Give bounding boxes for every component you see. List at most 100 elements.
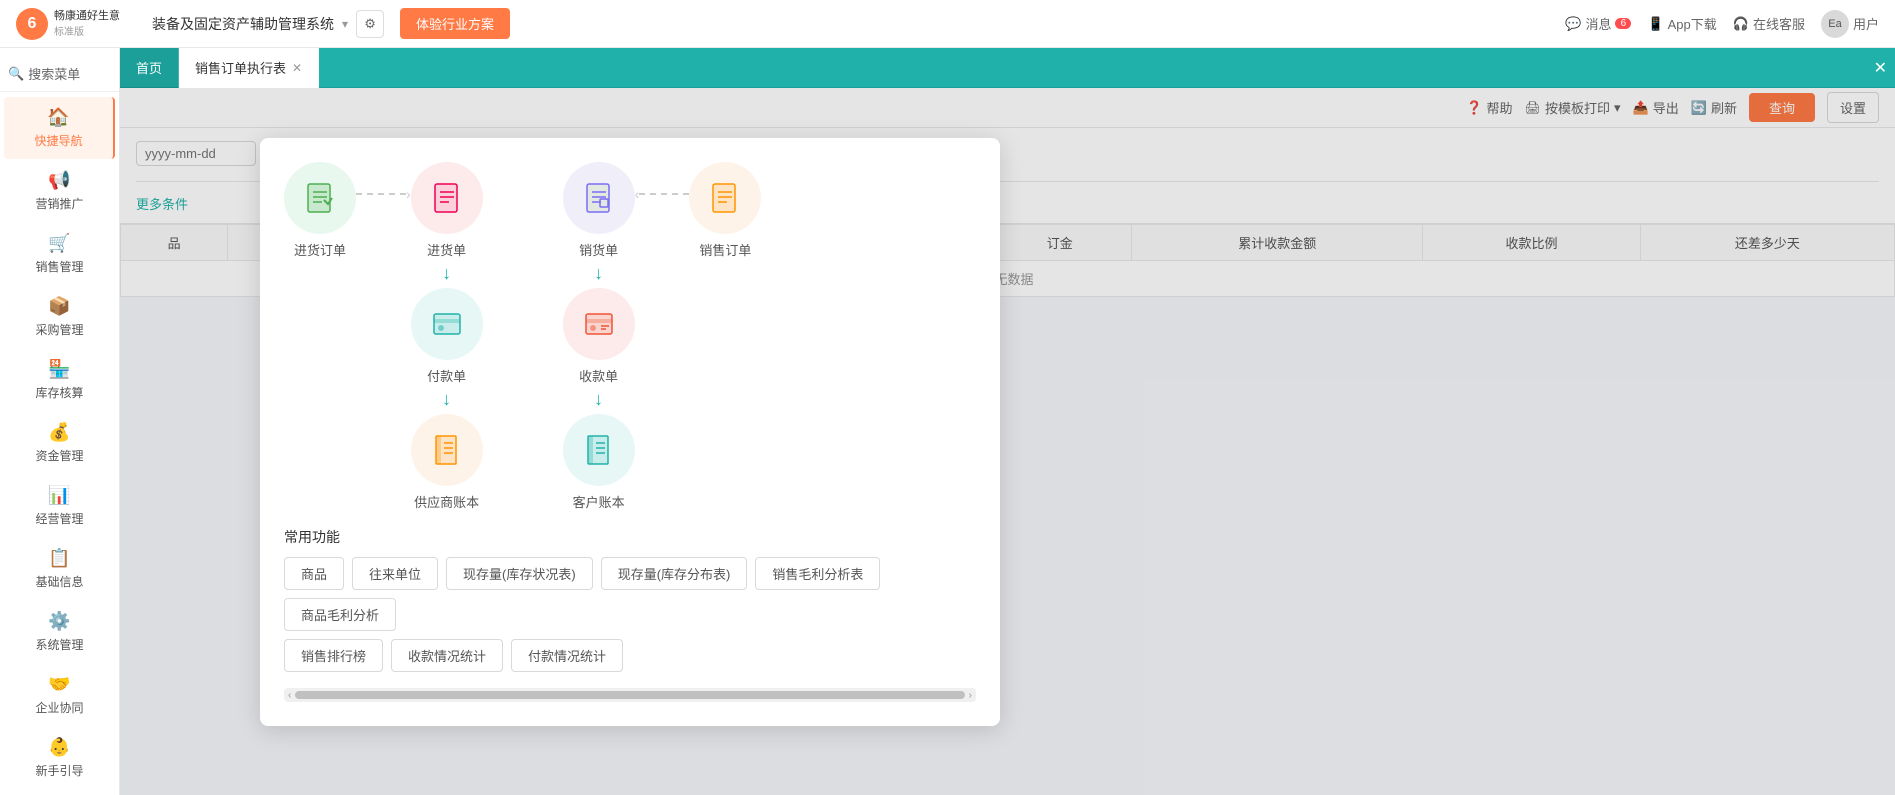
basic-info-icon: 📋 (48, 548, 70, 569)
down-arrow-3: ↓ (594, 263, 603, 284)
sidebar-item-enterprise[interactable]: 🤝 企业协同 (4, 664, 115, 726)
finance-label: 资金管理 (35, 447, 83, 464)
quick-nav-label: 快捷导航 (34, 132, 82, 149)
avatar: Ea (1821, 10, 1849, 38)
enterprise-icon: 🤝 (48, 674, 70, 695)
scroll-right-button[interactable]: › (969, 690, 972, 701)
sale-order-icon[interactable] (689, 162, 761, 234)
newbie-icon: 👶 (48, 737, 70, 758)
sidebar-item-system[interactable]: ⚙️ 系统管理 (4, 601, 115, 663)
sidebar: 🔍 搜索菜单 🏠 快捷导航 📢 营销推广 🛒 销售管理 📦 采购管理 🏪 库存核… (0, 48, 120, 795)
modal-overlay: 进货订单 › 进货单 ↓ (120, 88, 1895, 795)
tab-home[interactable]: 首页 (120, 48, 179, 88)
receipt-bill-label: 收款单 (579, 366, 618, 385)
customer-ledger-icon[interactable] (563, 414, 635, 486)
tab-label-sales-order-exec: 销售订单执行表 (195, 58, 286, 77)
sales-icon: 🛒 (48, 233, 70, 254)
cf-btn-往来单位[interactable]: 往来单位 (352, 557, 438, 590)
purchase-icon: 📦 (48, 296, 70, 317)
cf-btn-付款情况统计[interactable]: 付款情况统计 (511, 639, 623, 672)
main-layout: 🔍 搜索菜单 🏠 快捷导航 📢 营销推广 🛒 销售管理 📦 采购管理 🏪 库存核… (0, 48, 1895, 795)
message-button[interactable]: 💬 消息 6 (1565, 14, 1631, 33)
wf-sale-order: 销售订单 (689, 162, 761, 259)
logo-sub: 标准版 (54, 23, 120, 38)
user-menu[interactable]: Ea 用户 (1821, 10, 1879, 38)
basic-info-label: 基础信息 (35, 573, 83, 590)
close-all-button[interactable]: ✕ (1874, 58, 1887, 78)
arrow-1: › (356, 186, 411, 202)
payment-bill-icon[interactable] (411, 288, 483, 360)
tab-sales-order-exec[interactable]: 销售订单执行表 ✕ (179, 48, 319, 88)
sidebar-item-marketing[interactable]: 📢 营销推广 (4, 160, 115, 222)
sidebar-item-sales[interactable]: 🛒 销售管理 (4, 223, 115, 285)
marketing-icon: 📢 (48, 170, 70, 191)
logo-name: 畅康通好生意 (54, 9, 120, 23)
system-label: 系统管理 (35, 636, 83, 653)
tab-close-sales-order-exec[interactable]: ✕ (292, 61, 302, 75)
sidebar-item-finance[interactable]: 💰 资金管理 (4, 412, 115, 474)
settings-button[interactable]: ⚙ (356, 10, 384, 38)
common-functions-title: 常用功能 (284, 527, 976, 547)
purchase-bill-icon[interactable] (411, 162, 483, 234)
app-download-button[interactable]: 📱 App下载 (1647, 14, 1716, 33)
page-content: ❓ 帮助 🖨 按模板打印 ▾ 📤 导出 🔄 刷新 查询 设置 (120, 88, 1895, 795)
purchase-order-icon[interactable] (284, 162, 356, 234)
sidebar-item-basic-info[interactable]: 📋 基础信息 (4, 538, 115, 600)
down-arrow-4: ↓ (594, 389, 603, 410)
payment-bill-label: 付款单 (427, 366, 466, 385)
quick-nav-icon: 🏠 (47, 107, 69, 128)
cf-btn-收款情况统计[interactable]: 收款情况统计 (391, 639, 503, 672)
logo-icon: 6 (16, 8, 48, 40)
common-functions: 常用功能 商品往来单位现存量(库存状况表)现存量(库存分布表)销售毛利分析表商品… (284, 527, 976, 672)
search-icon: 🔍 (8, 66, 24, 82)
inventory-label: 库存核算 (35, 384, 83, 401)
supplier-ledger-label: 供应商账本 (414, 492, 479, 511)
search-menu-button[interactable]: 🔍 搜索菜单 (0, 56, 119, 92)
marketing-label: 营销推广 (35, 195, 83, 212)
workflow-diagram: 进货订单 › 进货单 ↓ (284, 162, 976, 511)
cf-btn-销售排行榜[interactable]: 销售排行榜 (284, 639, 383, 672)
sales-label: 销售管理 (35, 258, 83, 275)
receipt-bill-icon[interactable] (563, 288, 635, 360)
cf-btn-现存量(库存状况表)[interactable]: 现存量(库存状况表) (446, 557, 593, 590)
cf-btn-销售毛利分析表[interactable]: 销售毛利分析表 (755, 557, 880, 590)
scroll-left-button[interactable]: ‹ (288, 690, 291, 701)
operations-label: 经营管理 (35, 510, 83, 527)
sidebar-item-purchase[interactable]: 📦 采购管理 (4, 286, 115, 348)
sidebar-item-inventory[interactable]: 🏪 库存核算 (4, 349, 115, 411)
supplier-ledger-icon[interactable] (411, 414, 483, 486)
modal-box: 进货订单 › 进货单 ↓ (260, 138, 1000, 726)
cf-btn-商品[interactable]: 商品 (284, 557, 344, 590)
scroll-thumb[interactable] (295, 691, 964, 699)
sidebar-item-quick-nav[interactable]: 🏠 快捷导航 (4, 97, 115, 159)
system-title-area: 装备及固定资产辅助管理系统 ▾ ⚙ 体验行业方案 (152, 8, 510, 39)
common-functions-buttons-row2: 销售排行榜收款情况统计付款情况统计 (284, 639, 976, 672)
trial-button[interactable]: 体验行业方案 (400, 8, 510, 39)
tab-label-home: 首页 (136, 58, 162, 77)
down-arrow-2: ↓ (442, 389, 451, 410)
purchase-label: 采购管理 (35, 321, 83, 338)
sale-bill-label: 销货单 (579, 240, 618, 259)
cf-btn-现存量(库存分布表)[interactable]: 现存量(库存分布表) (601, 557, 748, 590)
cf-btn-商品毛利分析[interactable]: 商品毛利分析 (284, 598, 396, 631)
enterprise-label: 企业协同 (35, 699, 83, 716)
online-service-button[interactable]: 🎧 在线客服 (1733, 14, 1805, 33)
inventory-icon: 🏪 (48, 359, 70, 380)
service-icon: 🎧 (1733, 16, 1749, 32)
search-menu-label: 搜索菜单 (28, 64, 80, 83)
dropdown-arrow-icon[interactable]: ▾ (342, 17, 348, 31)
sale-bill-icon[interactable] (563, 162, 635, 234)
sidebar-item-operations[interactable]: 📊 经营管理 (4, 475, 115, 537)
top-header: 6 畅康通好生意 标准版 装备及固定资产辅助管理系统 ▾ ⚙ 体验行业方案 💬 … (0, 0, 1895, 48)
logo-area: 6 畅康通好生意 标准版 (16, 8, 136, 40)
message-icon: 💬 (1565, 16, 1581, 32)
system-icon: ⚙️ (48, 611, 70, 632)
modal-scrollbar[interactable]: ‹ › (284, 688, 976, 702)
tab-bar: 首页 销售订单执行表 ✕ ✕ (120, 48, 1895, 88)
sidebar-item-newbie[interactable]: 👶 新手引导 (4, 727, 115, 789)
download-icon: 📱 (1647, 16, 1663, 32)
finance-icon: 💰 (48, 422, 70, 443)
customer-ledger-label: 客户账本 (573, 492, 625, 511)
purchase-order-label: 进货订单 (294, 240, 346, 259)
message-badge: 6 (1615, 18, 1631, 29)
